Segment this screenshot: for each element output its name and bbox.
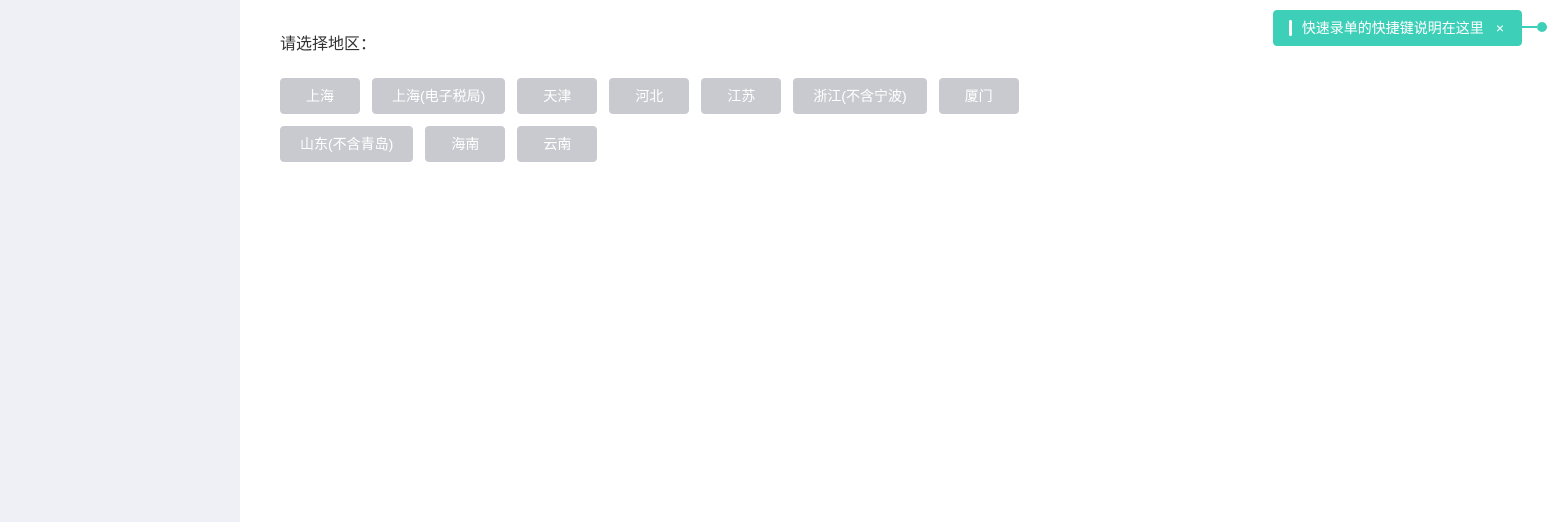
region-btn-hainan[interactable]: 海南 xyxy=(425,126,505,162)
region-btn-shanghai-etax[interactable]: 上海(电子税局) xyxy=(372,78,505,114)
connector-line xyxy=(1522,26,1537,28)
main-content: 请选择地区： 上海 上海(电子税局) 天津 河北 江苏 浙江(不含宁波) 厦门 … xyxy=(240,0,1562,522)
region-btn-yunnan[interactable]: 云南 xyxy=(517,126,597,162)
region-buttons-row1: 上海 上海(电子税局) 天津 河北 江苏 浙江(不含宁波) 厦门 xyxy=(280,78,1522,114)
sidebar xyxy=(0,0,240,522)
region-btn-tianjin[interactable]: 天津 xyxy=(517,78,597,114)
region-btn-shanghai[interactable]: 上海 xyxy=(280,78,360,114)
dot-indicator xyxy=(1537,22,1547,32)
region-btn-hebei[interactable]: 河北 xyxy=(609,78,689,114)
region-btn-xiamen[interactable]: 厦门 xyxy=(939,78,1019,114)
region-btn-zhejiang[interactable]: 浙江(不含宁波) xyxy=(793,78,926,114)
region-btn-shandong[interactable]: 山东(不含青岛) xyxy=(280,126,413,162)
tooltip-close-button[interactable]: × xyxy=(1494,21,1506,35)
region-btn-jiangsu[interactable]: 江苏 xyxy=(701,78,781,114)
tooltip-bar: 快速录单的快捷键说明在这里 × xyxy=(1273,10,1522,46)
region-buttons-row2: 山东(不含青岛) 海南 云南 xyxy=(280,126,1522,162)
tooltip-text: 快速录单的快捷键说明在这里 xyxy=(1302,18,1484,38)
